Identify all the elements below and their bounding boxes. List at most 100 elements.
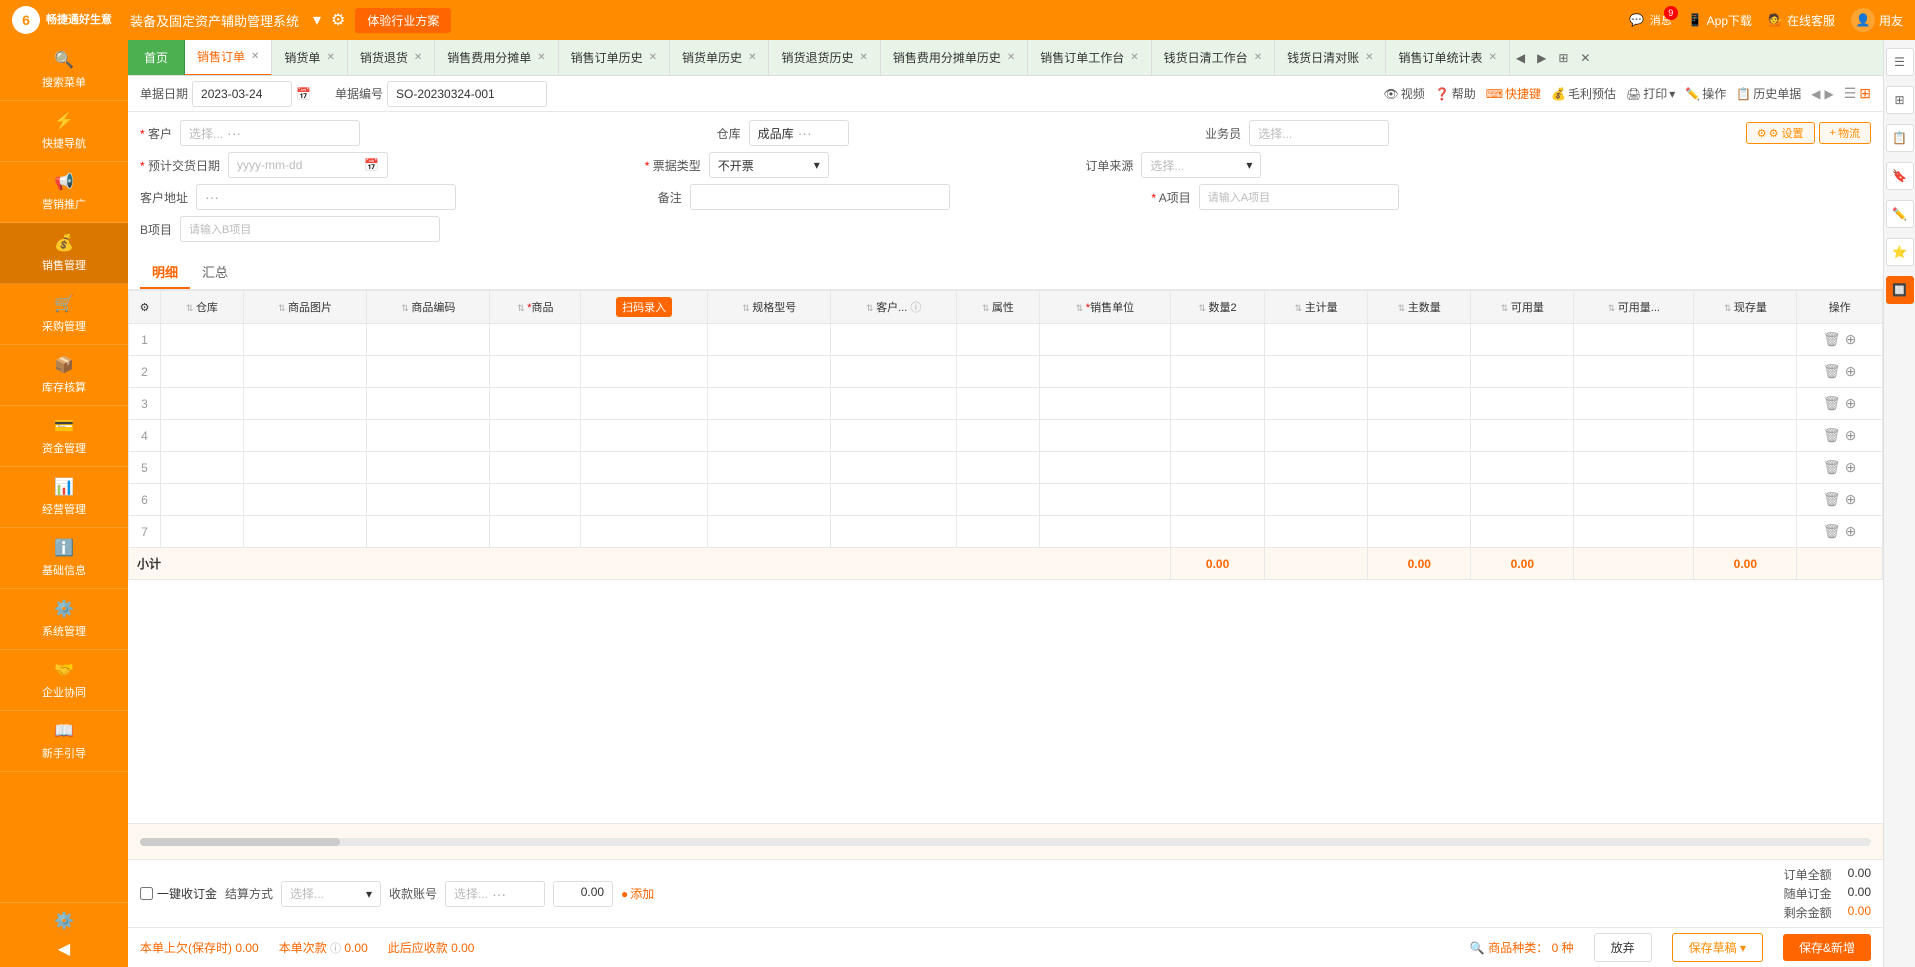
tab-daily-workbench[interactable]: 钱货日清工作台 ✕ [1152, 40, 1275, 76]
installment-checkbox-label[interactable]: 一键收订金 [140, 885, 217, 902]
delivery-date-input[interactable]: yyyy-mm-dd 📅 [228, 152, 388, 178]
tab-close-daily-reconcile[interactable]: ✕ [1365, 52, 1373, 63]
tab-fee-split[interactable]: 销售费用分摊单 ✕ [435, 40, 558, 76]
view-grid-icon[interactable]: ⊞ [1859, 85, 1871, 102]
print-dropdown-icon[interactable]: ▾ [1669, 87, 1675, 101]
customer-input[interactable]: 选择... ··· [180, 120, 360, 146]
row-delete-icon[interactable]: 🗑 [1823, 331, 1841, 348]
tab-sales-order[interactable]: 销售订单 ✕ [185, 40, 272, 76]
customer-dots-btn[interactable]: ··· [227, 125, 241, 141]
prev-record-btn[interactable]: ◀ [1811, 87, 1820, 101]
sidebar-settings-btn[interactable]: ⚙️ [54, 911, 74, 931]
sidebar-item-purchase[interactable]: 🛒 采购管理 [0, 284, 128, 345]
save-new-btn[interactable]: 保存&新增 [1783, 934, 1871, 961]
row-delete-icon[interactable]: 🗑 [1823, 363, 1841, 380]
sidebar-item-sales[interactable]: 💰 销售管理 [0, 223, 128, 284]
settings-top-btn[interactable]: ⚙ ⚙ 设置 [1746, 122, 1815, 144]
toolbar-profit[interactable]: 💰 毛利预估 [1551, 85, 1616, 102]
sidebar-item-system[interactable]: ⚙️ 系统管理 [0, 589, 128, 650]
sidebar-item-guide[interactable]: 📖 新手引导 [0, 711, 128, 772]
app-download[interactable]: 📱 App下载 [1688, 12, 1752, 29]
tab-close-order-history[interactable]: ✕ [649, 52, 657, 63]
row-delete-icon[interactable]: 🗑 [1823, 523, 1841, 540]
tab-order-stats[interactable]: 销售订单统计表 ✕ [1386, 40, 1509, 76]
scroll-track[interactable] [140, 838, 1871, 846]
right-panel-btn-3[interactable]: 📋 [1886, 124, 1914, 152]
sidebar-item-base-info[interactable]: ℹ️ 基础信息 [0, 528, 128, 589]
right-panel-btn-7[interactable]: 🔲 [1886, 276, 1914, 304]
col-warehouse-header[interactable]: 仓库 [161, 291, 244, 324]
date-value[interactable]: 2023-03-24 [192, 81, 292, 107]
tab-next-arrow[interactable]: ▶ [1531, 51, 1552, 65]
tab-invoice-history[interactable]: 销货单历史 ✕ [670, 40, 769, 76]
row-delete-icon[interactable]: 🗑 [1823, 395, 1841, 412]
tab-close-daily-workbench[interactable]: ✕ [1254, 52, 1262, 63]
view-list-icon[interactable]: ☰ [1844, 85, 1857, 102]
col-qty2-header[interactable]: 数量2 [1171, 291, 1265, 324]
right-panel-btn-5[interactable]: ✏️ [1886, 200, 1914, 228]
row-delete-icon[interactable]: 🗑 [1823, 459, 1841, 476]
sidebar-item-cooperation[interactable]: 🤝 企业协同 [0, 650, 128, 711]
message-icon[interactable]: 💬 9 消息 [1629, 12, 1671, 28]
date-picker-icon[interactable]: 📅 [296, 87, 311, 101]
sidebar-item-finance[interactable]: 💳 资金管理 [0, 406, 128, 467]
row-delete-icon[interactable]: 🗑 [1823, 491, 1841, 508]
info-icon[interactable]: ⓘ [910, 302, 921, 314]
settings-icon[interactable]: ⚙ [331, 10, 345, 30]
row-copy-icon[interactable]: ⊕ [1845, 395, 1857, 412]
col-image-header[interactable]: 商品图片 [243, 291, 366, 324]
online-service[interactable]: 💁 在线客服 [1768, 12, 1835, 29]
account-input[interactable]: 选择... ··· [445, 881, 545, 907]
row-copy-icon[interactable]: ⊕ [1845, 459, 1857, 476]
tab-prev-arrow[interactable]: ◀ [1510, 51, 1531, 65]
col-product-header[interactable]: *商品 [490, 291, 581, 324]
tab-close-invoice-history[interactable]: ✕ [748, 52, 756, 63]
add-payment-btn[interactable]: ● 添加 [621, 885, 654, 902]
toolbar-video[interactable]: 👁 视频 [1383, 85, 1424, 102]
tab-close-sales-order[interactable]: ✕ [251, 51, 259, 62]
row-copy-icon[interactable]: ⊕ [1845, 331, 1857, 348]
toolbar-print[interactable]: 🖨 打印 ▾ [1626, 85, 1675, 102]
tab-close-return-history[interactable]: ✕ [859, 52, 867, 63]
save-draft-dropdown-icon[interactable]: ▾ [1740, 941, 1746, 955]
col-customer-code-header[interactable]: 客户... ⓘ [831, 291, 957, 324]
sidebar-item-shortcut[interactable]: ⚡ 快捷导航 [0, 101, 128, 162]
col-attr-header[interactable]: 属性 [956, 291, 1039, 324]
next-record-btn[interactable]: ▶ [1824, 87, 1833, 101]
row-delete-icon[interactable]: 🗑 [1823, 427, 1841, 444]
sidebar-item-operation[interactable]: 📊 经营管理 [0, 467, 128, 528]
row-copy-icon[interactable]: ⊕ [1845, 427, 1857, 444]
logistics-btn[interactable]: + 物流 [1819, 122, 1871, 144]
tab-detail[interactable]: 明细 [140, 256, 190, 289]
tab-close-all-icon[interactable]: ✕ [1574, 51, 1596, 65]
tab-home[interactable]: 首页 [128, 40, 185, 76]
sidebar-item-inventory[interactable]: 📦 库存核算 [0, 345, 128, 406]
warehouse-input[interactable]: 成品库 ··· [749, 120, 849, 146]
right-panel-btn-6[interactable]: ⭐ [1886, 238, 1914, 266]
discard-btn[interactable]: 放弃 [1594, 933, 1652, 962]
tab-close-fee-history[interactable]: ✕ [1007, 52, 1015, 63]
tab-fee-history[interactable]: 销售费用分摊单历史 ✕ [881, 40, 1028, 76]
col-main-qty-header[interactable]: 主数量 [1368, 291, 1471, 324]
tab-return-history[interactable]: 销货退货历史 ✕ [769, 40, 880, 76]
note-input[interactable] [690, 184, 950, 210]
warehouse-dots-btn[interactable]: ··· [798, 125, 812, 141]
scan-btn[interactable]: 扫码录入 [616, 297, 672, 317]
user-avatar[interactable]: 👤 用友 [1851, 8, 1903, 32]
tab-grid-icon[interactable]: ⊞ [1552, 51, 1574, 65]
sidebar-collapse-btn[interactable]: ◀ [58, 939, 70, 959]
col-code-header[interactable]: 商品编码 [367, 291, 490, 324]
payment-amount[interactable]: 0.00 [553, 881, 613, 907]
row-copy-icon[interactable]: ⊕ [1845, 363, 1857, 380]
a-project-input[interactable]: 请输入A项目 [1199, 184, 1399, 210]
col-available-header[interactable]: 可用量 [1471, 291, 1574, 324]
installment-checkbox[interactable] [140, 887, 153, 900]
customer-addr-input[interactable]: ··· [196, 184, 456, 210]
account-dots-btn[interactable]: ··· [492, 886, 506, 902]
col-unit-header[interactable]: *销售单位 [1039, 291, 1170, 324]
row-copy-icon[interactable]: ⊕ [1845, 491, 1857, 508]
toolbar-shortcut[interactable]: ⌨ 快捷键 [1486, 85, 1541, 102]
tab-close-fee-split[interactable]: ✕ [537, 52, 545, 63]
tab-order-workbench[interactable]: 销售订单工作台 ✕ [1028, 40, 1151, 76]
col-settings-header[interactable]: ⚙ [129, 291, 161, 324]
